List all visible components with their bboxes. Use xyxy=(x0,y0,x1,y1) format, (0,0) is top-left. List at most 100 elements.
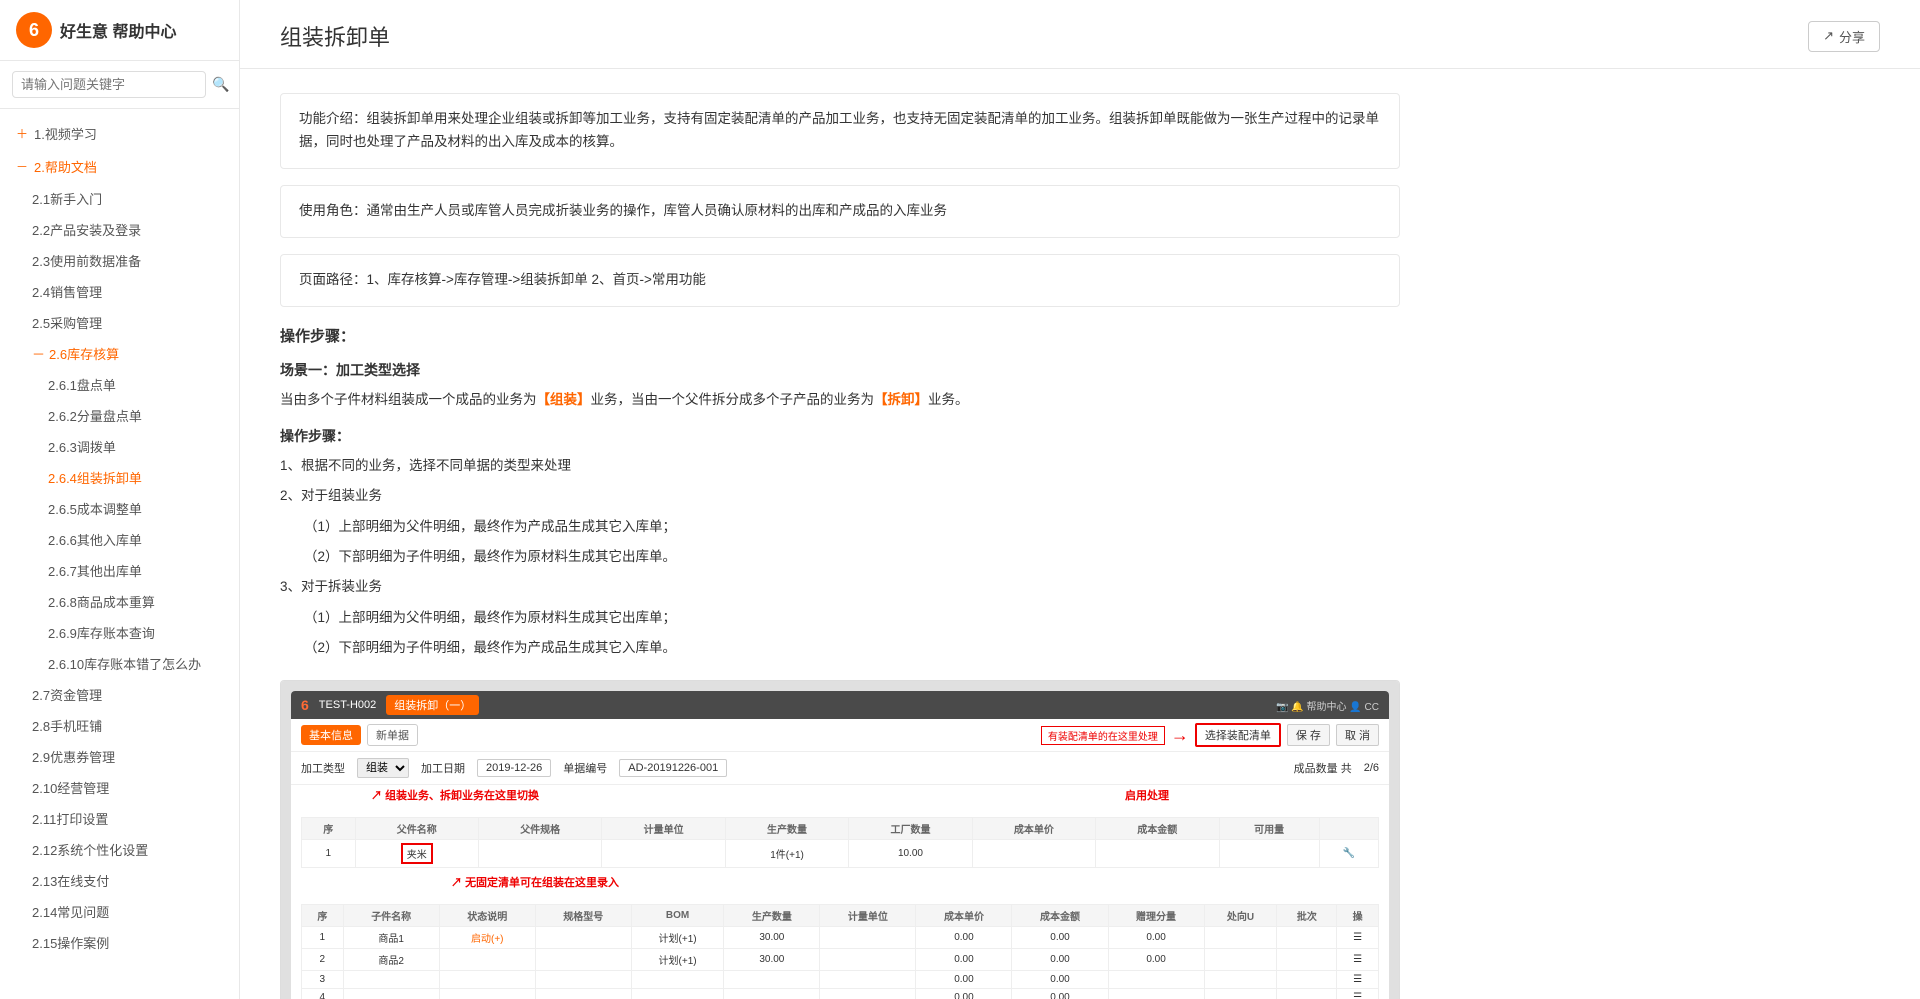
highlight-disassembly: 【拆卸】 xyxy=(874,392,928,407)
role-text: 使用角色：通常由生产人员或库管人员完成折装业务的操作，库管人员确认原材料的出库和… xyxy=(299,203,947,218)
mock-tab-new[interactable]: 新单据 xyxy=(367,724,418,746)
sidebar-item-docs-24[interactable]: 2.4销售管理 xyxy=(0,276,239,307)
page-title: 组装拆卸单 xyxy=(280,20,390,52)
screenshot-container: 6 TEST-H002 组装拆卸（一） 📷 🔔 帮助中心 👤 CC 基本信息 新… xyxy=(280,680,1400,999)
sidebar-item-docs-210[interactable]: 2.10经营管理 xyxy=(0,772,239,803)
mock-form-label-type: 加工类型 xyxy=(301,760,345,776)
mock-lower-row-1: 1商品1启动(+)计划(+1)30.000.000.000.00☰ xyxy=(302,927,1379,949)
mock-annotation4: 启用处理 xyxy=(1125,787,1169,803)
sidebar-item-docs-213[interactable]: 2.13在线支付 xyxy=(0,865,239,896)
mock-upper-cell-ops: 🔧 xyxy=(1319,840,1378,868)
mock-upper-cell-name: 夹米 xyxy=(355,840,478,868)
mock-upper-th-10 xyxy=(1319,818,1378,840)
step2-sub1: （1）上部明细为父件明细，最终作为产成品生成其它入库单； xyxy=(280,515,1400,539)
mock-upper-th-5: 生产数量 xyxy=(725,818,848,840)
highlight-assembly: 【组装】 xyxy=(537,392,591,407)
mock-nav-btn: 组装拆卸（一） xyxy=(386,695,479,715)
mock-window: 6 TEST-H002 组装拆卸（一） 📷 🔔 帮助中心 👤 CC 基本信息 新… xyxy=(291,691,1389,999)
mock-upper-th-1: 序 xyxy=(302,818,356,840)
mock-upper-th-2: 父件名称 xyxy=(355,818,478,840)
step1: 1、根据不同的业务，选择不同单据的类型来处理 xyxy=(280,454,1400,478)
logo-icon: 6 xyxy=(16,12,52,48)
sidebar-header: 6 好生意 帮助中心 xyxy=(0,0,239,61)
mock-lower-th-5: BOM xyxy=(631,905,724,927)
share-icon: ↗ xyxy=(1823,28,1834,44)
mock-lower-th-1: 序 xyxy=(302,905,344,927)
sidebar-item-docs-28[interactable]: 2.8手机旺铺 xyxy=(0,710,239,741)
mock-lower-th-9: 成本金额 xyxy=(1012,905,1108,927)
mock-upper-cell-avail xyxy=(1219,840,1319,868)
mock-form-label-qty: 成品数量 共 xyxy=(1294,760,1352,776)
mock-lower-row-3: 30.000.00☰ xyxy=(302,971,1379,989)
mock-save-btn: 保 存 xyxy=(1287,724,1330,746)
mock-upper-name-highlight: 夹米 xyxy=(401,843,433,864)
sidebar-item-docs-265[interactable]: 2.6.5成本调整单 xyxy=(0,493,239,524)
mock-upper-cell-amount xyxy=(1096,840,1219,868)
mock-lower-th-7: 计量单位 xyxy=(820,905,916,927)
mock-lower-th-10: 赠理分量 xyxy=(1108,905,1204,927)
mock-upper-th-6: 工厂数量 xyxy=(849,818,972,840)
sidebar-item-docs-267[interactable]: 2.6.7其他出库单 xyxy=(0,555,239,586)
sidebar-item-docs-263[interactable]: 2.6.3调拨单 xyxy=(0,431,239,462)
minus-icon-26: － xyxy=(32,344,45,363)
sidebar-item-video[interactable]: ＋ 1.视频学习 xyxy=(0,117,239,150)
mock-type-select[interactable]: 组装拆卸 xyxy=(357,758,409,778)
mock-logo: 6 xyxy=(301,697,309,713)
mock-upper-th-9: 可用量 xyxy=(1219,818,1319,840)
sidebar-item-docs-268[interactable]: 2.6.8商品成本重算 xyxy=(0,586,239,617)
mock-upper-th-8: 成本金额 xyxy=(1096,818,1219,840)
mock-upper-cell-factqty: 10.00 xyxy=(849,840,972,868)
sidebar-item-docs-23[interactable]: 2.3使用前数据准备 xyxy=(0,245,239,276)
intro-text: 功能介绍：组装拆卸单用来处理企业组装或拆卸等加工业务，支持有固定装配清单的产品加… xyxy=(299,111,1379,149)
operations-title: 操作步骤： xyxy=(280,325,1400,346)
sidebar-item-docs-269[interactable]: 2.6.9库存账本查询 xyxy=(0,617,239,648)
sidebar-item-docs-26[interactable]: － 2.6库存核算 xyxy=(0,338,239,369)
sidebar-item-docs[interactable]: － 2.帮助文档 xyxy=(0,150,239,183)
mock-num-field: AD-20191226-001 xyxy=(619,759,727,777)
sidebar-item-docs-261[interactable]: 2.6.1盘点单 xyxy=(0,369,239,400)
minus-icon: － xyxy=(16,158,28,175)
sidebar-item-docs-214[interactable]: 2.14常见问题 xyxy=(0,896,239,927)
sidebar-item-docs-29[interactable]: 2.9优惠券管理 xyxy=(0,741,239,772)
scenario1-title: 场景一：加工类型选择 xyxy=(280,360,1400,380)
sidebar: 6 好生意 帮助中心 🔍 ＋ 1.视频学习 － 2.帮助文档 2.1新手入门 2… xyxy=(0,0,240,999)
step3-sub2: （2）下部明细为子件明细，最终作为产成品生成其它入库单。 xyxy=(280,636,1400,660)
sidebar-item-docs-264[interactable]: 2.6.4组装拆卸单 xyxy=(0,462,239,493)
sidebar-item-docs-25[interactable]: 2.5采购管理 xyxy=(0,307,239,338)
step3-sub1: （1）上部明细为父件明细，最终作为原材料生成其它出库单； xyxy=(280,606,1400,630)
sidebar-item-label: 1.视频学习 xyxy=(34,124,97,143)
sidebar-item-docs-215[interactable]: 2.15操作案例 xyxy=(0,927,239,958)
role-block: 使用角色：通常由生产人员或库管人员完成折装业务的操作，库管人员确认原材料的出库和… xyxy=(280,185,1400,238)
mock-lower-th-2: 子件名称 xyxy=(343,905,439,927)
mock-lower-row-4: 40.000.00☰ xyxy=(302,989,1379,999)
step2-sub2: （2）下部明细为子件明细，最终作为原材料生成其它出库单。 xyxy=(280,545,1400,569)
main-content: 组装拆卸单 ↗ 分享 功能介绍：组装拆卸单用来处理企业组装或拆卸等加工业务，支持… xyxy=(240,0,1920,999)
search-input[interactable] xyxy=(12,71,206,98)
sidebar-item-docs-21[interactable]: 2.1新手入门 xyxy=(0,183,239,214)
sidebar-item-label: 2.6库存核算 xyxy=(49,344,119,363)
sidebar-item-docs-266[interactable]: 2.6.6其他入库单 xyxy=(0,524,239,555)
search-button[interactable]: 🔍 xyxy=(212,76,229,93)
mock-upper-cell-prodqty: 1件(+1) xyxy=(725,840,848,868)
mock-upper-cell-spec xyxy=(478,840,601,868)
sidebar-item-docs-2610[interactable]: 2.6.10库存账本错了怎么办 xyxy=(0,648,239,679)
mock-upper-cell-seq: 1 xyxy=(302,840,356,868)
mock-upper-th-4: 计量单位 xyxy=(602,818,725,840)
logo-text: 好生意 帮助中心 xyxy=(60,18,176,42)
mock-annotation5: ↗ xyxy=(451,877,465,889)
mock-cancel-btn: 取 消 xyxy=(1336,724,1379,746)
mock-annotation5-text: 无固定清单可在组装在这里录入 xyxy=(465,877,619,889)
sidebar-item-docs-262[interactable]: 2.6.2分量盘点单 xyxy=(0,400,239,431)
mock-lower-th-11: 处向U xyxy=(1204,905,1277,927)
sidebar-item-docs-22[interactable]: 2.2产品安装及登录 xyxy=(0,214,239,245)
intro-block: 功能介绍：组装拆卸单用来处理企业组装或拆卸等加工业务，支持有固定装配清单的产品加… xyxy=(280,93,1400,169)
mock-tab-basic[interactable]: 基本信息 xyxy=(301,725,361,745)
mock-qty-value: 2/6 xyxy=(1364,762,1379,774)
mock-form-label-date: 加工日期 xyxy=(421,760,465,776)
mock-lower-th-12: 批次 xyxy=(1277,905,1337,927)
sidebar-item-docs-27[interactable]: 2.7资金管理 xyxy=(0,679,239,710)
sidebar-item-docs-212[interactable]: 2.12系统个性化设置 xyxy=(0,834,239,865)
share-button[interactable]: ↗ 分享 xyxy=(1808,21,1880,52)
mock-arrow1: → xyxy=(1171,725,1189,746)
sidebar-item-docs-211[interactable]: 2.11打印设置 xyxy=(0,803,239,834)
